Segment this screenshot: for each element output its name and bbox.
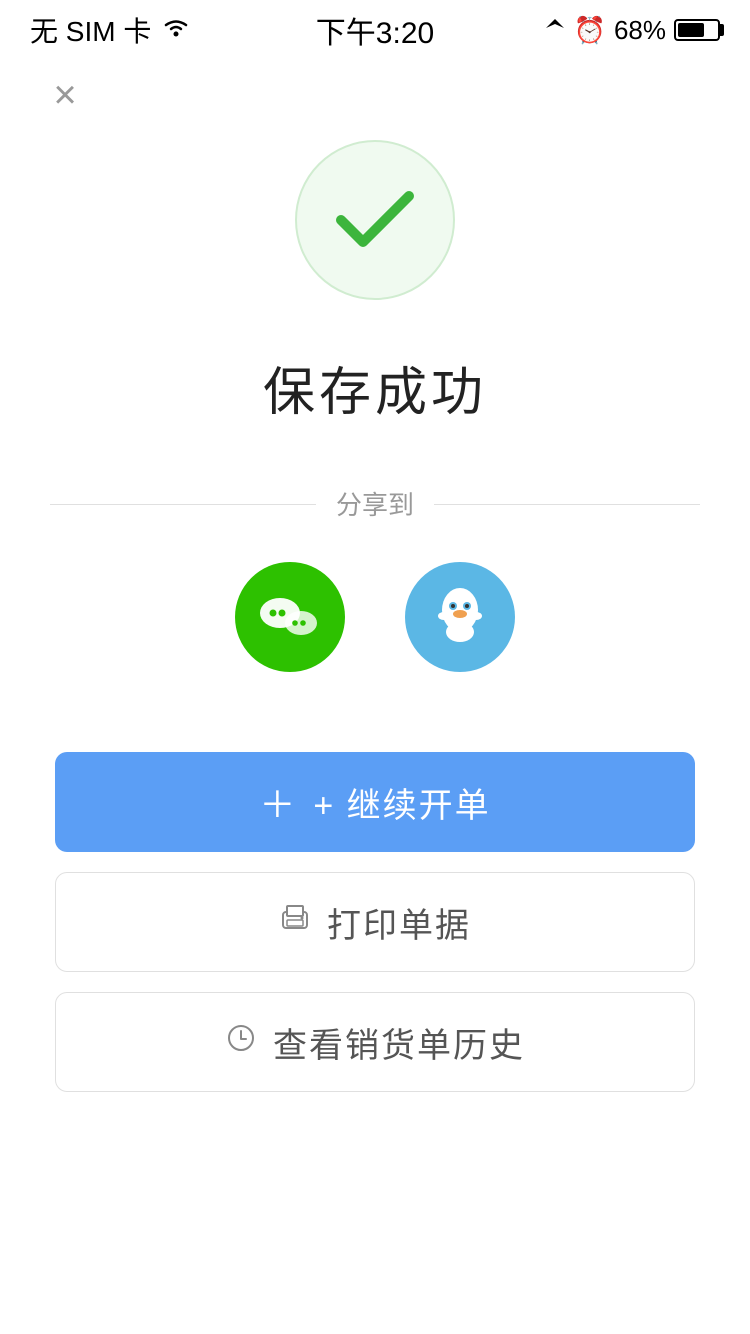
share-label: 分享到 xyxy=(316,485,434,522)
actions-section: ＋ + 继续开单 打印单据 查看销货单历史 xyxy=(55,752,695,1092)
close-icon: × xyxy=(53,75,76,115)
status-right: ⏰ 68% xyxy=(544,15,720,46)
print-icon xyxy=(279,902,311,942)
main-content: 保存成功 分享到 xyxy=(0,60,750,1112)
success-section: 保存成功 xyxy=(263,140,487,425)
share-divider: 分享到 xyxy=(0,485,750,522)
print-button[interactable]: 打印单据 xyxy=(55,872,695,972)
print-label: 打印单据 xyxy=(327,898,471,947)
status-left: 无 SIM 卡 xyxy=(30,10,191,50)
location-icon xyxy=(544,15,566,46)
close-button[interactable]: × xyxy=(40,70,90,120)
checkmark-icon xyxy=(335,190,415,250)
continue-label: + 继续开单 xyxy=(313,778,490,827)
alarm-icon: ⏰ xyxy=(574,15,606,46)
status-bar: 无 SIM 卡 下午3:20 ⏰ 68% xyxy=(0,0,750,60)
wechat-share-button[interactable] xyxy=(235,562,345,672)
success-circle xyxy=(295,140,455,300)
status-time: 下午3:20 xyxy=(316,8,434,52)
sim-status: 无 SIM 卡 xyxy=(30,10,151,50)
history-icon xyxy=(225,1022,257,1062)
success-title: 保存成功 xyxy=(263,350,487,425)
wifi-icon xyxy=(161,14,191,46)
qq-icon xyxy=(428,582,493,652)
history-label: 查看销货单历史 xyxy=(273,1018,525,1067)
qq-share-button[interactable] xyxy=(405,562,515,672)
wechat-icon xyxy=(255,587,325,647)
share-section: 分享到 xyxy=(0,485,750,672)
continue-button[interactable]: ＋ + 继续开单 xyxy=(55,752,695,852)
battery-percent: 68% xyxy=(614,15,666,46)
share-icons xyxy=(235,562,515,672)
plus-icon: ＋ xyxy=(259,776,297,828)
history-button[interactable]: 查看销货单历史 xyxy=(55,992,695,1092)
battery-icon xyxy=(674,19,720,41)
